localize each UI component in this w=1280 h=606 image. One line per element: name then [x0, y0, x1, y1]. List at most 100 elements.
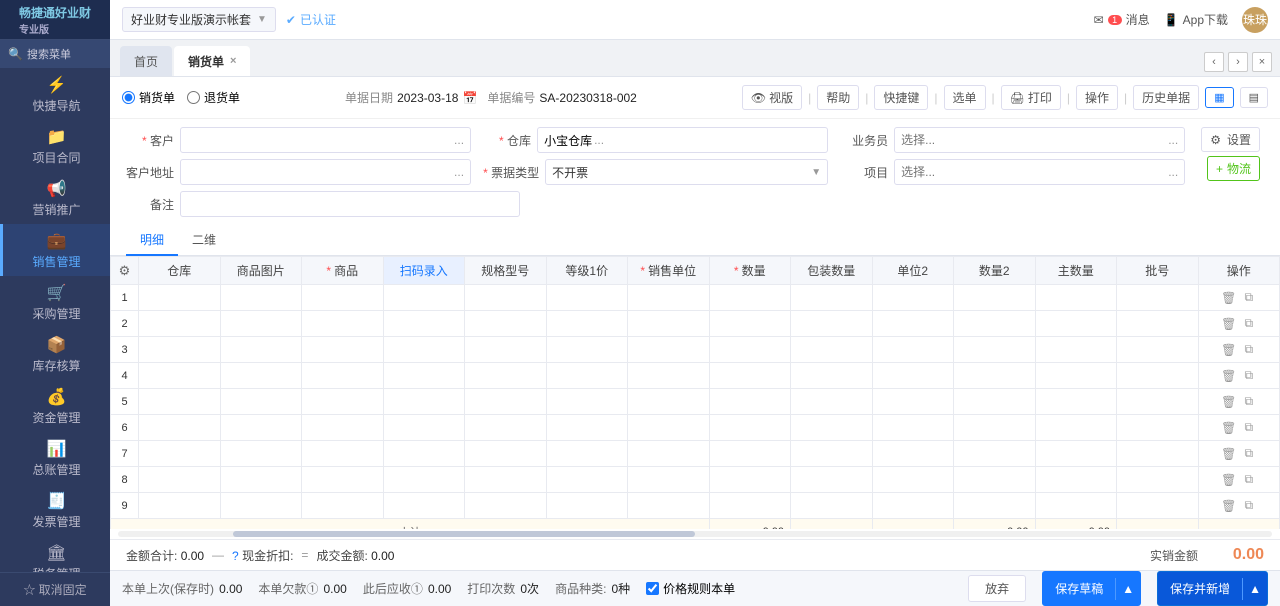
cell-7-8[interactable]	[791, 441, 873, 467]
cell-5-6[interactable]	[628, 389, 710, 415]
delete-icon[interactable]: 🗑	[1221, 394, 1237, 410]
delete-icon[interactable]: 🗑	[1221, 342, 1237, 358]
cell-1-8[interactable]	[791, 285, 873, 311]
copy-icon[interactable]: ⧉	[1241, 446, 1257, 462]
cell-6-3[interactable]	[383, 415, 465, 441]
cell-4-6[interactable]	[628, 363, 710, 389]
cell-2-8[interactable]	[791, 311, 873, 337]
cell-6-12[interactable]	[1117, 415, 1199, 441]
cell-2-4[interactable]	[465, 311, 547, 337]
scrollbar-thumb[interactable]	[233, 531, 695, 537]
cell-3-11[interactable]	[1035, 337, 1117, 363]
toolbar-view-btn[interactable]: 👁 视版	[742, 85, 802, 110]
sidebar-item-capital[interactable]: 💰 资金管理	[0, 380, 110, 432]
cell-7-12[interactable]	[1117, 441, 1199, 467]
salesperson-text-input[interactable]	[901, 133, 1166, 147]
cell-8-9[interactable]	[872, 467, 954, 493]
date-value[interactable]: 2023-03-18	[397, 91, 458, 105]
customer-more-icon[interactable]: ...	[454, 133, 464, 147]
project-input[interactable]: ...	[894, 159, 1185, 185]
save-draft-arrow-icon[interactable]: ▲	[1115, 578, 1140, 600]
cell-9-2[interactable]	[302, 493, 384, 519]
sidebar-item-sales[interactable]: 💼 销售管理	[0, 224, 110, 276]
cell-4-7[interactable]	[709, 363, 791, 389]
cell-1-11[interactable]	[1035, 285, 1117, 311]
cell-8-12[interactable]	[1117, 467, 1199, 493]
cell-7-2[interactable]	[302, 441, 384, 467]
horizontal-scrollbar[interactable]	[118, 531, 1272, 537]
cell-3-3[interactable]	[383, 337, 465, 363]
copy-icon[interactable]: ⧉	[1241, 472, 1257, 488]
customer-addr-input[interactable]: ...	[180, 159, 471, 185]
delete-icon[interactable]: 🗑	[1221, 290, 1237, 306]
tab-2d[interactable]: 二维	[178, 225, 230, 256]
sidebar-bottom[interactable]: ☆ 取消固定	[0, 572, 110, 606]
cell-3-12[interactable]	[1117, 337, 1199, 363]
cell-2-9[interactable]	[872, 311, 954, 337]
cell-9-8[interactable]	[791, 493, 873, 519]
cell-7-4[interactable]	[465, 441, 547, 467]
app-download-button[interactable]: 📱 App下载	[1164, 11, 1228, 28]
cell-7-1[interactable]	[220, 441, 302, 467]
cell-4-1[interactable]	[220, 363, 302, 389]
cell-4-10[interactable]	[954, 363, 1036, 389]
cell-9-6[interactable]	[628, 493, 710, 519]
tab-sales-order[interactable]: 销货单 ×	[174, 46, 250, 76]
cell-3-1[interactable]	[220, 337, 302, 363]
cell-2-5[interactable]	[546, 311, 628, 337]
cell-8-0[interactable]	[139, 467, 221, 493]
save-draft-button[interactable]: 保存草稿 ▲	[1042, 571, 1141, 606]
cell-6-1[interactable]	[220, 415, 302, 441]
addr-more-icon[interactable]: ...	[454, 165, 464, 179]
cell-7-6[interactable]	[628, 441, 710, 467]
cell-9-9[interactable]	[872, 493, 954, 519]
cell-2-2[interactable]	[302, 311, 384, 337]
cell-3-10[interactable]	[954, 337, 1036, 363]
cell-8-2[interactable]	[302, 467, 384, 493]
customer-addr-text-input[interactable]	[187, 165, 452, 179]
cell-5-5[interactable]	[546, 389, 628, 415]
salesperson-more-icon[interactable]: ...	[1168, 133, 1178, 147]
cell-2-3[interactable]	[383, 311, 465, 337]
cell-4-8[interactable]	[791, 363, 873, 389]
cell-5-8[interactable]	[791, 389, 873, 415]
cell-5-1[interactable]	[220, 389, 302, 415]
invoice-type-select[interactable]: 不开票 ▼	[545, 159, 828, 185]
tab-prev-button[interactable]: ‹	[1204, 52, 1224, 72]
cell-2-7[interactable]	[709, 311, 791, 337]
toolbar-layout-btn2[interactable]: ▤	[1240, 87, 1268, 108]
sidebar-item-projects[interactable]: 📁 项目合同	[0, 120, 110, 172]
sidebar-item-inventory[interactable]: 📦 库存核算	[0, 328, 110, 380]
cell-1-5[interactable]	[546, 285, 628, 311]
cell-6-2[interactable]	[302, 415, 384, 441]
sidebar-item-marketing[interactable]: 📢 营销推广	[0, 172, 110, 224]
cell-3-5[interactable]	[546, 337, 628, 363]
cell-7-11[interactable]	[1035, 441, 1117, 467]
toolbar-ops-btn[interactable]: 操作	[1076, 85, 1118, 110]
radio-sales[interactable]: 销货单	[122, 89, 175, 106]
cell-8-3[interactable]	[383, 467, 465, 493]
cell-4-12[interactable]	[1117, 363, 1199, 389]
salesperson-input[interactable]: ...	[894, 127, 1185, 153]
project-text-input[interactable]	[901, 165, 1166, 179]
help-icon[interactable]: ?	[232, 549, 239, 563]
cell-9-7[interactable]	[709, 493, 791, 519]
cell-8-5[interactable]	[546, 467, 628, 493]
cell-8-4[interactable]	[465, 467, 547, 493]
cell-8-11[interactable]	[1035, 467, 1117, 493]
sidebar-item-quick-nav[interactable]: ⚡ 快捷导航	[0, 68, 110, 120]
cell-5-3[interactable]	[383, 389, 465, 415]
cell-1-1[interactable]	[220, 285, 302, 311]
cell-6-9[interactable]	[872, 415, 954, 441]
toolbar-shortcut-btn[interactable]: 快捷键	[874, 85, 928, 110]
cell-5-10[interactable]	[954, 389, 1036, 415]
radio-return-input[interactable]	[187, 91, 200, 104]
customer-input[interactable]: ...	[180, 127, 471, 153]
order-no-value[interactable]: SA-20230318-002	[539, 91, 636, 105]
tab-detail[interactable]: 明细	[126, 225, 178, 256]
delete-icon[interactable]: 🗑	[1221, 446, 1237, 462]
company-selector[interactable]: 好业财专业版演示帐套 ▼	[122, 7, 276, 32]
cell-1-12[interactable]	[1117, 285, 1199, 311]
cell-1-2[interactable]	[302, 285, 384, 311]
cell-4-0[interactable]	[139, 363, 221, 389]
